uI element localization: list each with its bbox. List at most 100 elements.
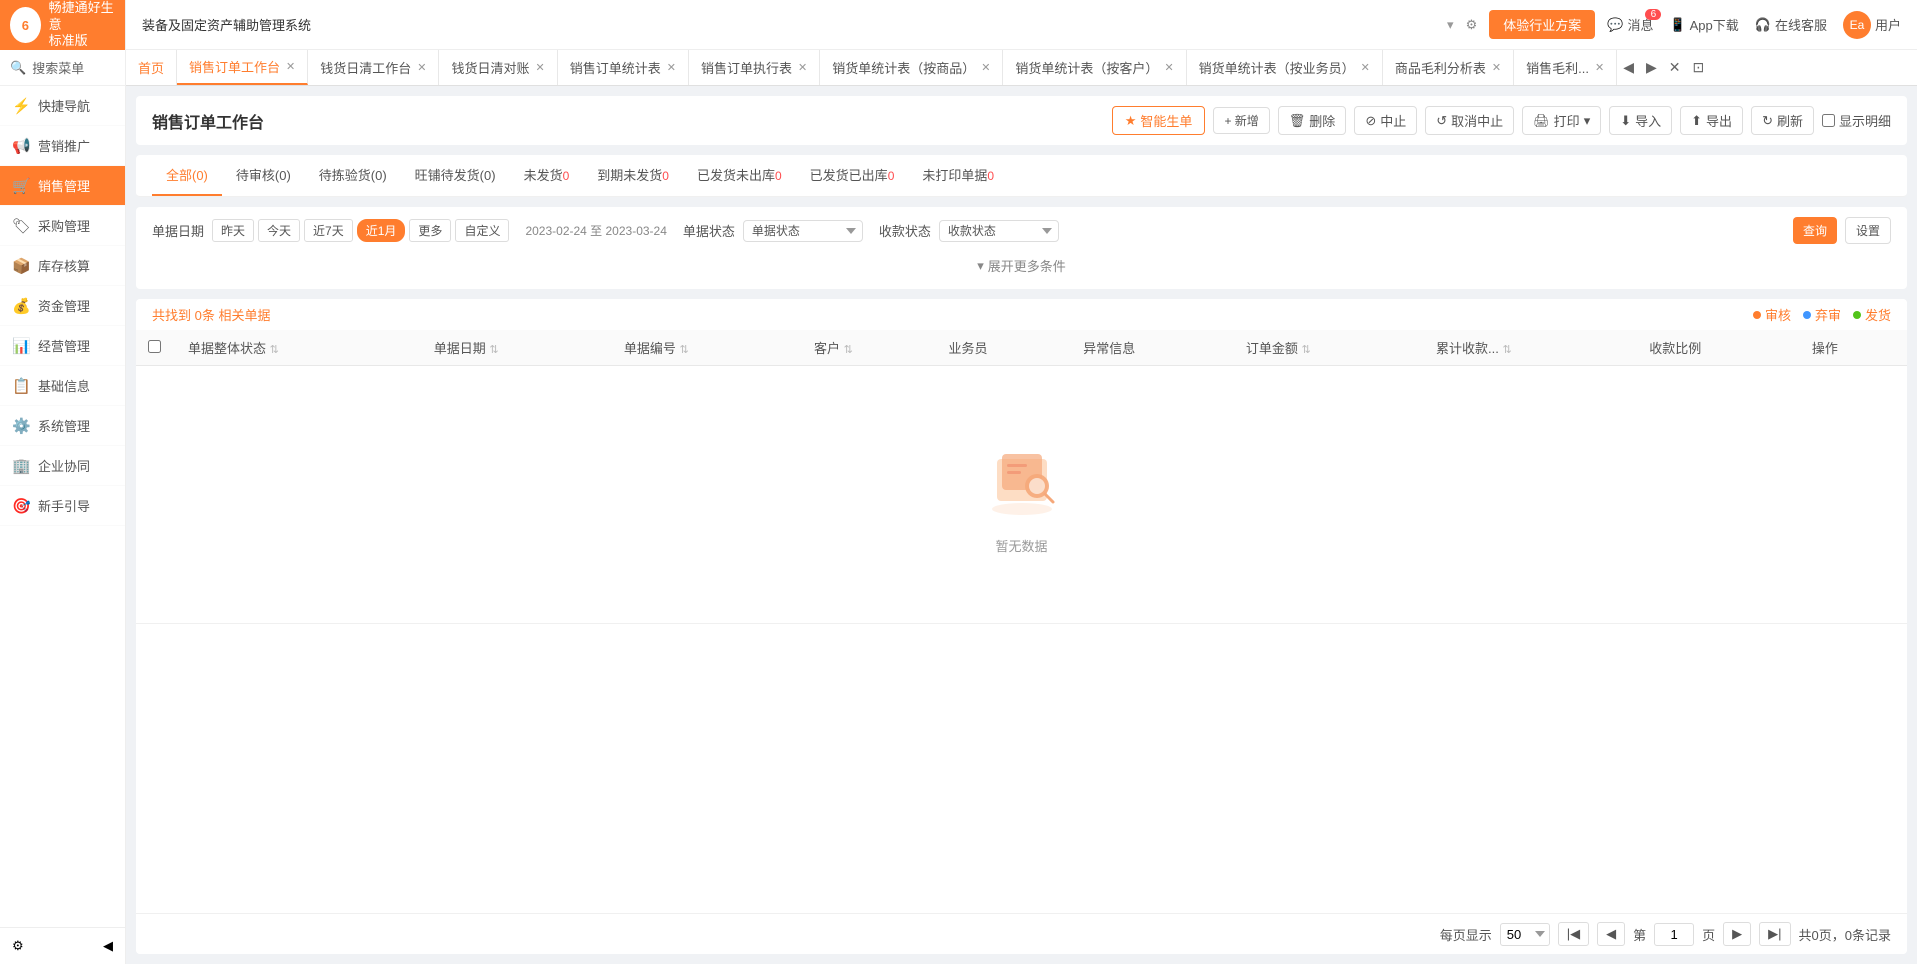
message-button[interactable]: 💬 消息 6 [1607,15,1653,34]
tab-close-icon[interactable]: ✕ [667,61,676,74]
tab-close-icon[interactable]: ✕ [1595,61,1604,74]
date-btn-more[interactable]: 更多 [409,219,451,242]
refresh-button[interactable]: ↻ 刷新 [1751,106,1814,135]
sidebar-item-basic[interactable]: 📋 基础信息 [0,366,125,406]
per-page-select[interactable]: 50 10 20 100 [1500,923,1550,946]
app-download-button[interactable]: 📱 App下载 [1669,15,1738,34]
page-input[interactable] [1654,923,1694,946]
sub-tab-overdue-unshipped[interactable]: 到期未发货0 [583,155,683,196]
sub-tab-unprinted[interactable]: 未打印单据0 [908,155,1008,196]
tab-shipment-staff[interactable]: 销货单统计表（按业务员） ✕ [1187,50,1383,85]
sort-icon[interactable]: ⇅ [489,344,498,356]
smart-generate-button[interactable]: ★ 智能生单 [1112,106,1206,135]
page-suffix: 页 [1702,925,1715,944]
tab-close-icon[interactable]: ✕ [417,61,426,74]
date-btn-yesterday[interactable]: 昨天 [212,219,254,242]
sidebar-item-corp[interactable]: 🏢 企业协同 [0,446,125,486]
tab-close-icon[interactable]: ✕ [536,61,545,74]
topbar-expand-icon[interactable]: ▾ [1447,17,1454,33]
page-prev-btn[interactable]: ◀ [1597,922,1625,946]
user-button[interactable]: Ea 用户 [1843,11,1901,39]
tab-sales-workbench[interactable]: 销售订单工作台 ✕ [177,50,308,85]
tab-gross-profit[interactable]: 商品毛利分析表 ✕ [1383,50,1514,85]
stop-button[interactable]: ⊘ 中止 [1354,106,1417,135]
print-button[interactable]: 🖨 打印 ▾ [1522,106,1601,135]
sidebar-item-system[interactable]: ⚙️ 系统管理 [0,406,125,446]
sidebar-item-guide[interactable]: 🎯 新手引导 [0,486,125,526]
sort-icon[interactable]: ⇅ [844,344,853,356]
date-btn-1month[interactable]: 近1月 [357,219,406,242]
delete-button[interactable]: 🗑 删除 [1278,106,1347,135]
select-all-checkbox[interactable] [148,340,161,353]
sort-icon[interactable]: ⇅ [1302,344,1311,356]
tab-nav-prev[interactable]: ◀ [1617,50,1640,85]
tab-sales-stat[interactable]: 销售订单统计表 ✕ [558,50,689,85]
ship-button[interactable]: 发货 [1853,305,1891,324]
sidebar-search[interactable]: 🔍 搜索菜单 [0,50,125,86]
tab-close-icon[interactable]: ✕ [286,60,295,73]
topbar-gear-icon[interactable]: ⚙ [1466,17,1478,33]
tab-shipment-customer[interactable]: 销货单统计表（按客户） ✕ [1003,50,1186,85]
tab-close-all[interactable]: ✕ [1663,50,1687,85]
sort-icon[interactable]: ⇅ [270,344,279,356]
date-btn-custom[interactable]: 自定义 [455,219,509,242]
export-button[interactable]: ⬆ 导出 [1680,106,1743,135]
sub-tab-shipped-outbound[interactable]: 已发货已出库0 [796,155,909,196]
page-first-btn[interactable]: |◀ [1558,922,1589,946]
expand-more-button[interactable]: ▾ 展开更多条件 [152,252,1891,279]
print-dropdown-icon: ▾ [1584,113,1591,129]
sort-icon[interactable]: ⇅ [1502,344,1511,356]
filter-payment-select[interactable]: 收款状态 [939,220,1059,242]
th-action: 操作 [1800,330,1907,366]
sidebar-item-sales[interactable]: 🛒 销售管理 [0,166,125,206]
sub-tab-shipped-no-outbound[interactable]: 已发货未出库0 [683,155,796,196]
tab-close-icon[interactable]: ✕ [1164,61,1173,74]
sidebar-item-quicknav[interactable]: ⚡ 快捷导航 [0,86,125,126]
collapse-icon[interactable]: ◀ [103,938,113,954]
filter-settings-button[interactable]: 设置 [1845,217,1891,244]
add-button[interactable]: + 新增 [1213,107,1269,134]
sub-tab-pending-review[interactable]: 待审核(0) [222,155,305,196]
show-detail-checkbox[interactable] [1822,114,1835,127]
filter-status-select[interactable]: 单据状态 [743,220,863,242]
tab-sales-exec[interactable]: 销售订单执行表 ✕ [689,50,820,85]
unaudit-button[interactable]: 弃审 [1803,305,1841,324]
import-button[interactable]: ⬇ 导入 [1609,106,1672,135]
page-last-btn[interactable]: ▶| [1759,922,1790,946]
solution-button[interactable]: 体验行业方案 [1489,10,1595,39]
tab-nav-next[interactable]: ▶ [1640,50,1663,85]
sidebar-item-finance[interactable]: 💰 资金管理 [0,286,125,326]
sidebar-item-purchase[interactable]: 🏷 采购管理 [0,206,125,246]
settings-icon[interactable]: ⚙ [12,938,24,954]
page-next-btn[interactable]: ▶ [1723,922,1751,946]
th-date: 单据日期 ⇅ [422,330,612,366]
tab-close-icon[interactable]: ✕ [981,61,990,74]
show-detail-label[interactable]: 显示明细 [1822,111,1891,130]
tab-home[interactable]: 首页 [126,50,177,85]
sub-tab-shop-pending-ship[interactable]: 旺铺待发货(0) [401,155,510,196]
sub-tab-pending-check[interactable]: 待拣验货(0) [305,155,401,196]
tab-close-icon[interactable]: ✕ [798,61,807,74]
date-btn-7days[interactable]: 近7天 [304,219,353,242]
sub-tab-unshipped[interactable]: 未发货0 [510,155,584,196]
filter-date-label: 单据日期 [152,221,204,240]
sidebar-item-marketing[interactable]: 📢 营销推广 [0,126,125,166]
tab-shipment-product[interactable]: 销货单统计表（按商品） ✕ [820,50,1003,85]
tab-close-icon[interactable]: ✕ [1492,61,1501,74]
cancel-stop-button[interactable]: ↺ 取消中止 [1425,106,1514,135]
inventory-icon: 📦 [12,257,30,275]
sort-icon[interactable]: ⇅ [679,344,688,356]
sidebar-item-inventory[interactable]: 📦 库存核算 [0,246,125,286]
tab-daily-reconcile[interactable]: 钱货日清对账 ✕ [439,50,557,85]
empty-illustration [977,434,1067,524]
tab-close-icon[interactable]: ✕ [1361,61,1370,74]
tab-expand[interactable]: ⊡ [1686,50,1710,85]
sidebar-item-operation[interactable]: 📊 经营管理 [0,326,125,366]
online-service-button[interactable]: 🎧 在线客服 [1755,15,1827,34]
sub-tab-all[interactable]: 全部(0) [152,155,222,196]
audit-button[interactable]: 审核 [1753,305,1791,324]
date-btn-today[interactable]: 今天 [258,219,300,242]
tab-daily-clear[interactable]: 钱货日清工作台 ✕ [308,50,439,85]
query-button[interactable]: 查询 [1793,217,1837,244]
tab-sales-gross[interactable]: 销售毛利... ✕ [1514,50,1617,85]
